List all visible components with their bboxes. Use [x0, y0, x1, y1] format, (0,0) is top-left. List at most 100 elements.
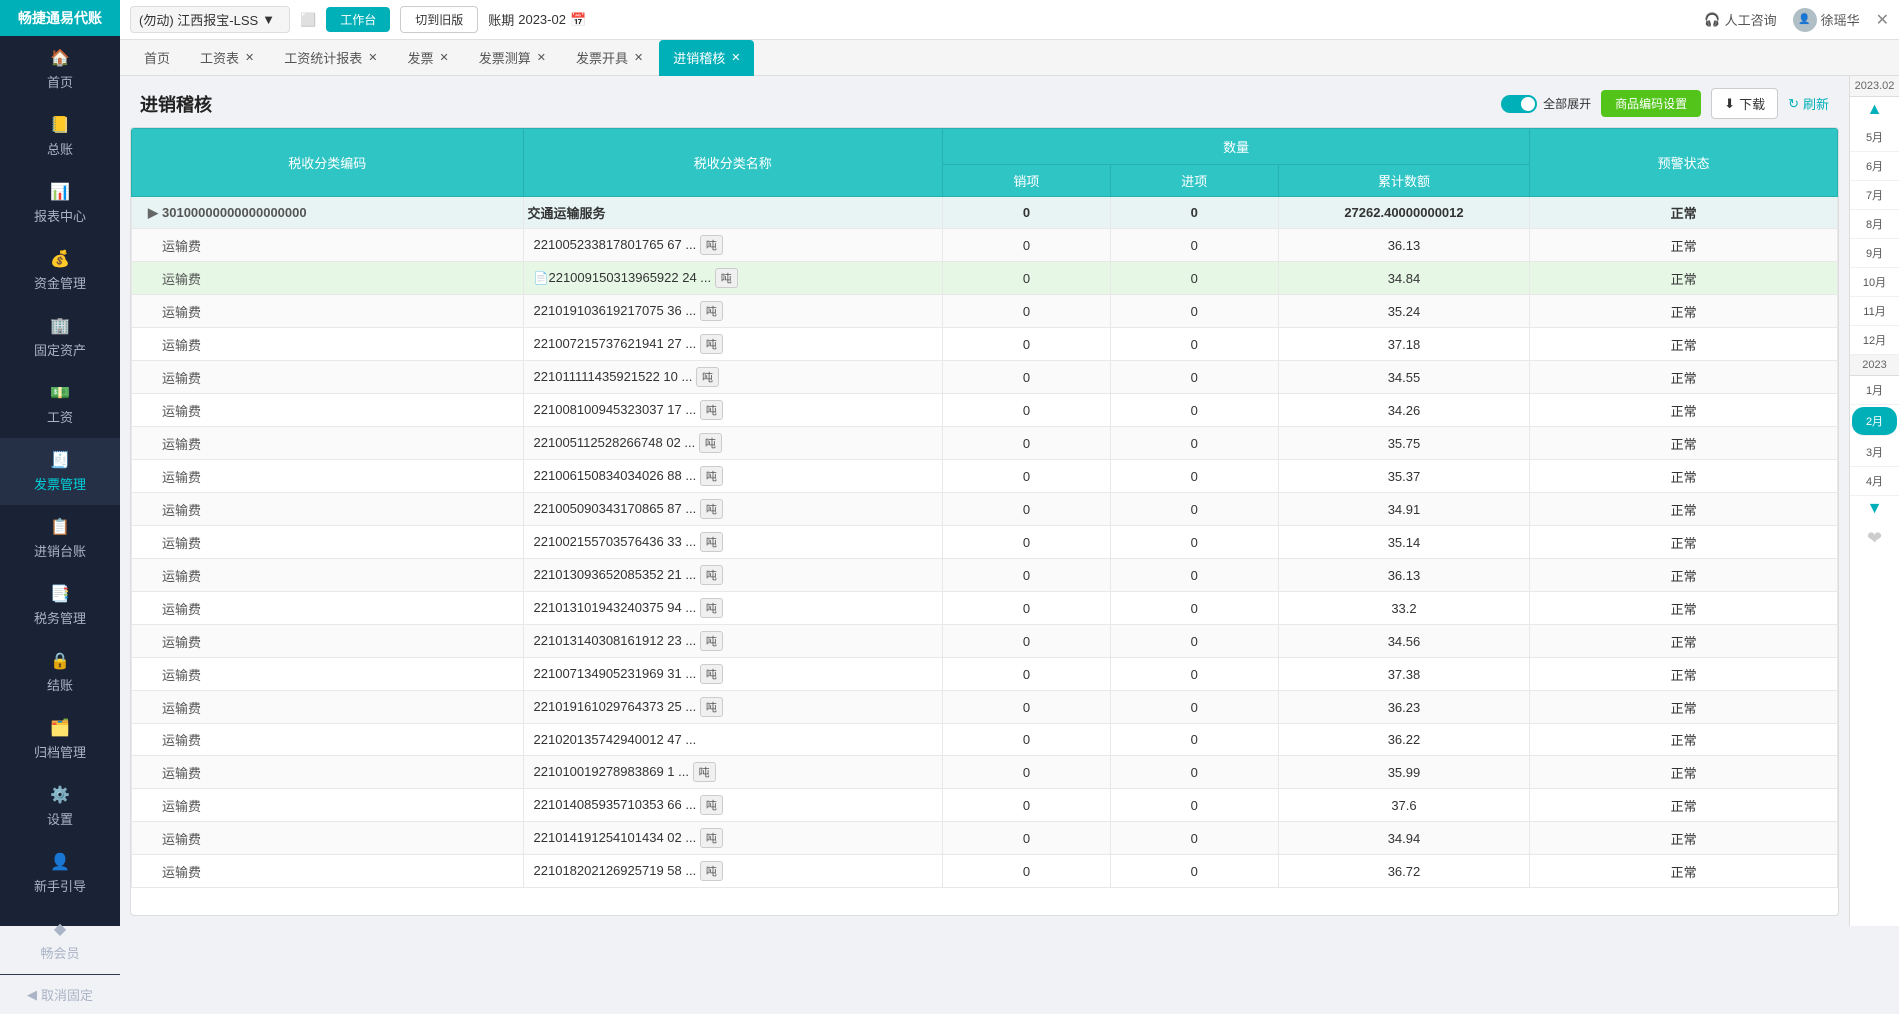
tab-invoice-open[interactable]: 发票开具 ✕ — [562, 40, 657, 76]
cell-name-left: 运输费 — [132, 691, 524, 724]
cell-cumulative: 34.84 — [1278, 262, 1530, 295]
calendar-month-5[interactable]: 5月 — [1850, 123, 1899, 152]
tab-salary-table[interactable]: 工资表 ✕ — [186, 40, 268, 76]
tab-close-icon[interactable]: ✕ — [245, 51, 254, 64]
tab-close-icon[interactable]: ✕ — [731, 51, 740, 64]
tab-sales-check[interactable]: 进销稽核 ✕ — [659, 40, 754, 76]
calendar-month-7[interactable]: 7月 — [1850, 181, 1899, 210]
close-window-icon[interactable]: ✕ — [1876, 10, 1889, 30]
cell-name-left: 运输费 — [132, 328, 524, 361]
cell-name-left: 运输费 — [132, 855, 524, 888]
expand-toggle-wrap: 全部展开 — [1501, 95, 1591, 113]
tab-invoice[interactable]: 发票 ✕ — [393, 40, 462, 76]
sidebar-item-home[interactable]: 🏠 首页 — [0, 36, 120, 103]
cell-purchase: 0 — [1110, 691, 1278, 724]
cell-status: 正常 — [1530, 592, 1838, 625]
main-content: 进销稽核 全部展开 商品编码设置 ⬇ 下载 ↻ 刷新 — [120, 76, 1849, 926]
sidebar-item-guide[interactable]: 👤 新手引导 — [0, 840, 120, 907]
invoice-icon: 🧾 — [50, 450, 70, 470]
cell-invoice: 221008100945323037 17 ... 吨 — [523, 394, 943, 427]
cell-sales: 0 — [943, 526, 1111, 559]
tab-home[interactable]: 首页 — [130, 40, 184, 76]
calendar-month-4[interactable]: 4月 — [1850, 467, 1899, 496]
product-code-button[interactable]: 商品编码设置 — [1601, 90, 1701, 117]
cell-invoice: 221005112528266748 02 ... 吨 — [523, 427, 943, 460]
sales-ledger-icon: 📋 — [50, 517, 70, 537]
cell-cumulative: 35.75 — [1278, 427, 1530, 460]
sidebar-item-salary[interactable]: 💵 工资 — [0, 371, 120, 438]
cell-status: 正常 — [1530, 229, 1838, 262]
cell-status: 正常 — [1530, 822, 1838, 855]
calendar-nav-down[interactable]: ▼ — [1850, 496, 1899, 522]
sidebar-item-fund[interactable]: 💰 资金管理 — [0, 237, 120, 304]
sidebar-item-assets[interactable]: 🏢 固定资产 — [0, 304, 120, 371]
sidebar-item-report[interactable]: 📊 报表中心 — [0, 170, 120, 237]
customer-service[interactable]: 🎧 人工咨询 — [1704, 10, 1776, 29]
unit-tag: 吨 — [699, 433, 722, 453]
calendar-month-6[interactable]: 6月 — [1850, 152, 1899, 181]
sidebar-item-label: 工资 — [47, 407, 73, 426]
refresh-button[interactable]: ↻ 刷新 — [1788, 94, 1829, 113]
cell-cumulative: 36.23 — [1278, 691, 1530, 724]
sidebar-item-sales-ledger[interactable]: 📋 进销台账 — [0, 505, 120, 572]
cell-invoice: 221002155703576436 33 ... 吨 — [523, 526, 943, 559]
tab-salary-label: 工资表 — [200, 48, 239, 67]
cell-name-left: 运输费 — [132, 625, 524, 658]
cell-purchase: 0 — [1110, 328, 1278, 361]
calendar-nav-up[interactable]: ▲ — [1850, 97, 1899, 123]
cell-sales: 0 — [943, 756, 1111, 789]
cell-invoice: 📄221009150313965922 24 ... 吨 — [523, 262, 943, 295]
tab-close-icon[interactable]: ✕ — [440, 51, 449, 64]
service-label: 人工咨询 — [1725, 10, 1777, 29]
cell-invoice: 221006150834034026 88 ... 吨 — [523, 460, 943, 493]
page-header: 进销稽核 全部展开 商品编码设置 ⬇ 下载 ↻ 刷新 — [120, 76, 1849, 127]
tab-close-icon[interactable]: ✕ — [634, 51, 643, 64]
tab-close-icon[interactable]: ✕ — [368, 51, 377, 64]
cell-status: 正常 — [1530, 756, 1838, 789]
tab-invoice-calc[interactable]: 发票测算 ✕ — [465, 40, 560, 76]
sidebar-item-settings[interactable]: ⚙️ 设置 — [0, 773, 120, 840]
sidebar-logo: 畅捷通易代账 — [0, 0, 120, 36]
cell-purchase: 0 — [1110, 262, 1278, 295]
calendar-year-prev: 2023.02 — [1850, 76, 1899, 97]
cell-name-left: 运输费 — [132, 559, 524, 592]
cell-cumulative: 34.55 — [1278, 361, 1530, 394]
calendar-month-12[interactable]: 12月 — [1850, 326, 1899, 355]
th-quantity-group: 数量 — [943, 129, 1530, 165]
sidebar-item-archive[interactable]: 🗂️ 归档管理 — [0, 706, 120, 773]
calendar-icon[interactable]: 📅 — [570, 12, 586, 28]
cell-cumulative: 36.13 — [1278, 559, 1530, 592]
cell-name-left: 运输费 — [132, 789, 524, 822]
copy-icon[interactable]: ⬜ — [300, 12, 316, 28]
calendar-month-8[interactable]: 8月 — [1850, 210, 1899, 239]
expand-toggle[interactable] — [1501, 95, 1537, 113]
sidebar-item-member[interactable]: ◆ 畅会员 — [0, 907, 120, 974]
workspace-button[interactable]: 工作台 — [326, 7, 390, 32]
download-button[interactable]: ⬇ 下载 — [1711, 88, 1778, 119]
calendar-month-2[interactable]: 2月 — [1852, 407, 1897, 436]
cell-invoice: 221013140308161912 23 ... 吨 — [523, 625, 943, 658]
unit-tag: 吨 — [700, 697, 723, 717]
cell-sales: 0 — [943, 229, 1111, 262]
calendar-month-11[interactable]: 11月 — [1850, 297, 1899, 326]
cell-status: 正常 — [1530, 460, 1838, 493]
cell-name-left: 运输费 — [132, 295, 524, 328]
switch-version-button[interactable]: 切到旧版 — [400, 6, 478, 33]
user-menu[interactable]: 👤 徐瑶华 — [1793, 8, 1860, 32]
sidebar-item-ledger[interactable]: 📒 总账 — [0, 103, 120, 170]
expand-icon[interactable]: ▶ — [148, 205, 158, 220]
sidebar-item-tax[interactable]: 📑 税务管理 — [0, 572, 120, 639]
sidebar-item-close[interactable]: 🔒 结账 — [0, 639, 120, 706]
calendar-month-9[interactable]: 9月 — [1850, 239, 1899, 268]
cancel-pin-button[interactable]: ◀ 取消固定 — [0, 975, 120, 1014]
sidebar-item-label: 设置 — [47, 809, 73, 828]
calendar-month-3[interactable]: 3月 — [1850, 438, 1899, 467]
refresh-icon: ↻ — [1788, 96, 1799, 112]
cell-name-left: 运输费 — [132, 724, 524, 756]
sidebar-item-invoice[interactable]: 🧾 发票管理 — [0, 438, 120, 505]
calendar-month-1[interactable]: 1月 — [1850, 376, 1899, 405]
calendar-month-10[interactable]: 10月 — [1850, 268, 1899, 297]
tab-salary-stats[interactable]: 工资统计报表 ✕ — [270, 40, 391, 76]
tab-close-icon[interactable]: ✕ — [537, 51, 546, 64]
company-selector[interactable]: (勿动) 江西报宝-LSS ▼ — [130, 6, 290, 33]
